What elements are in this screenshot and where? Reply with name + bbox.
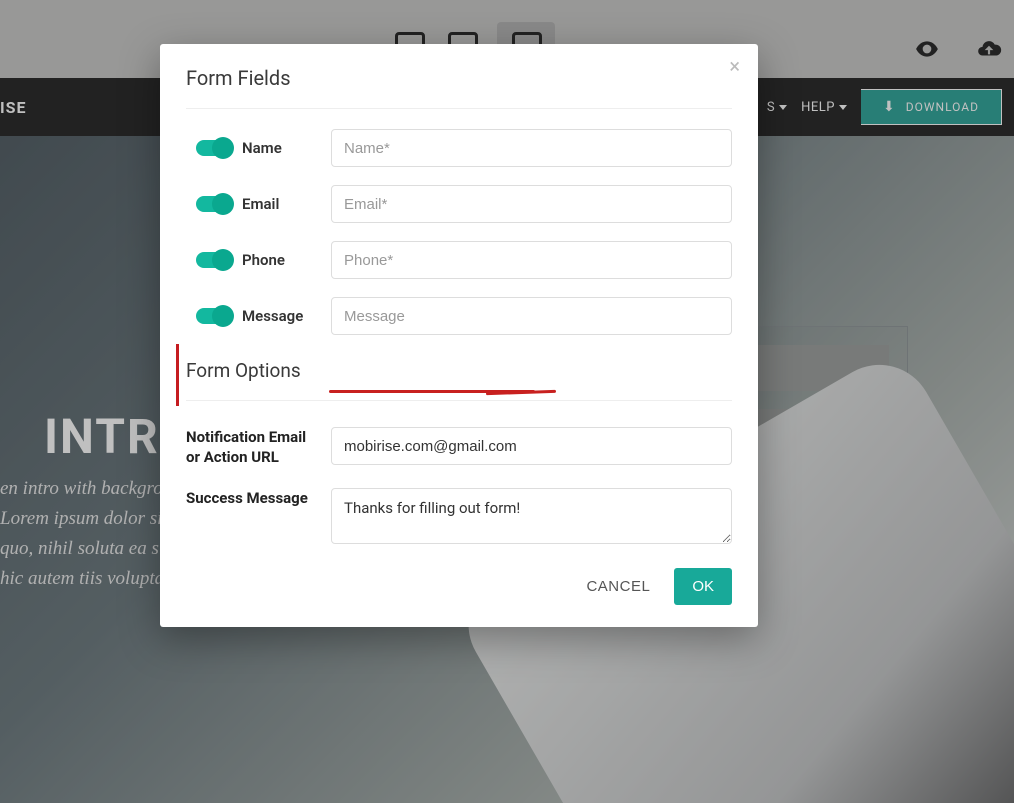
option-row-notification: Notification Email or Action URL	[186, 427, 732, 468]
toggle-phone[interactable]	[196, 252, 230, 268]
toggle-name[interactable]	[196, 140, 230, 156]
label-success: Success Message	[186, 488, 315, 508]
placeholder-input-message[interactable]	[331, 297, 732, 335]
placeholder-input-name[interactable]	[331, 129, 732, 167]
placeholder-input-email[interactable]	[331, 185, 732, 223]
notification-email-input[interactable]	[331, 427, 732, 465]
field-row-email: Email	[186, 185, 732, 223]
label-message: Message	[242, 307, 303, 325]
option-row-success: Success Message Thanks for filling out f…	[186, 488, 732, 548]
ok-button[interactable]: OK	[674, 568, 732, 605]
section-title-fields: Form Fields	[186, 66, 732, 109]
label-name: Name	[242, 139, 282, 157]
form-fields-modal: × Form Fields Name Email Phone Mes	[160, 44, 758, 627]
cancel-button[interactable]: CANCEL	[578, 568, 658, 605]
label-notification: Notification Email or Action URL	[186, 427, 315, 468]
field-row-name: Name	[186, 129, 732, 167]
label-phone: Phone	[242, 251, 285, 269]
field-row-phone: Phone	[186, 241, 732, 279]
section-title-options: Form Options	[186, 353, 732, 401]
placeholder-input-phone[interactable]	[331, 241, 732, 279]
annotation-red-bar	[176, 344, 179, 406]
success-message-input[interactable]: Thanks for filling out form!	[331, 488, 732, 544]
toggle-message[interactable]	[196, 308, 230, 324]
toggle-email[interactable]	[196, 196, 230, 212]
close-icon[interactable]: ×	[729, 56, 740, 76]
field-row-message: Message	[186, 297, 732, 335]
label-email: Email	[242, 195, 279, 213]
